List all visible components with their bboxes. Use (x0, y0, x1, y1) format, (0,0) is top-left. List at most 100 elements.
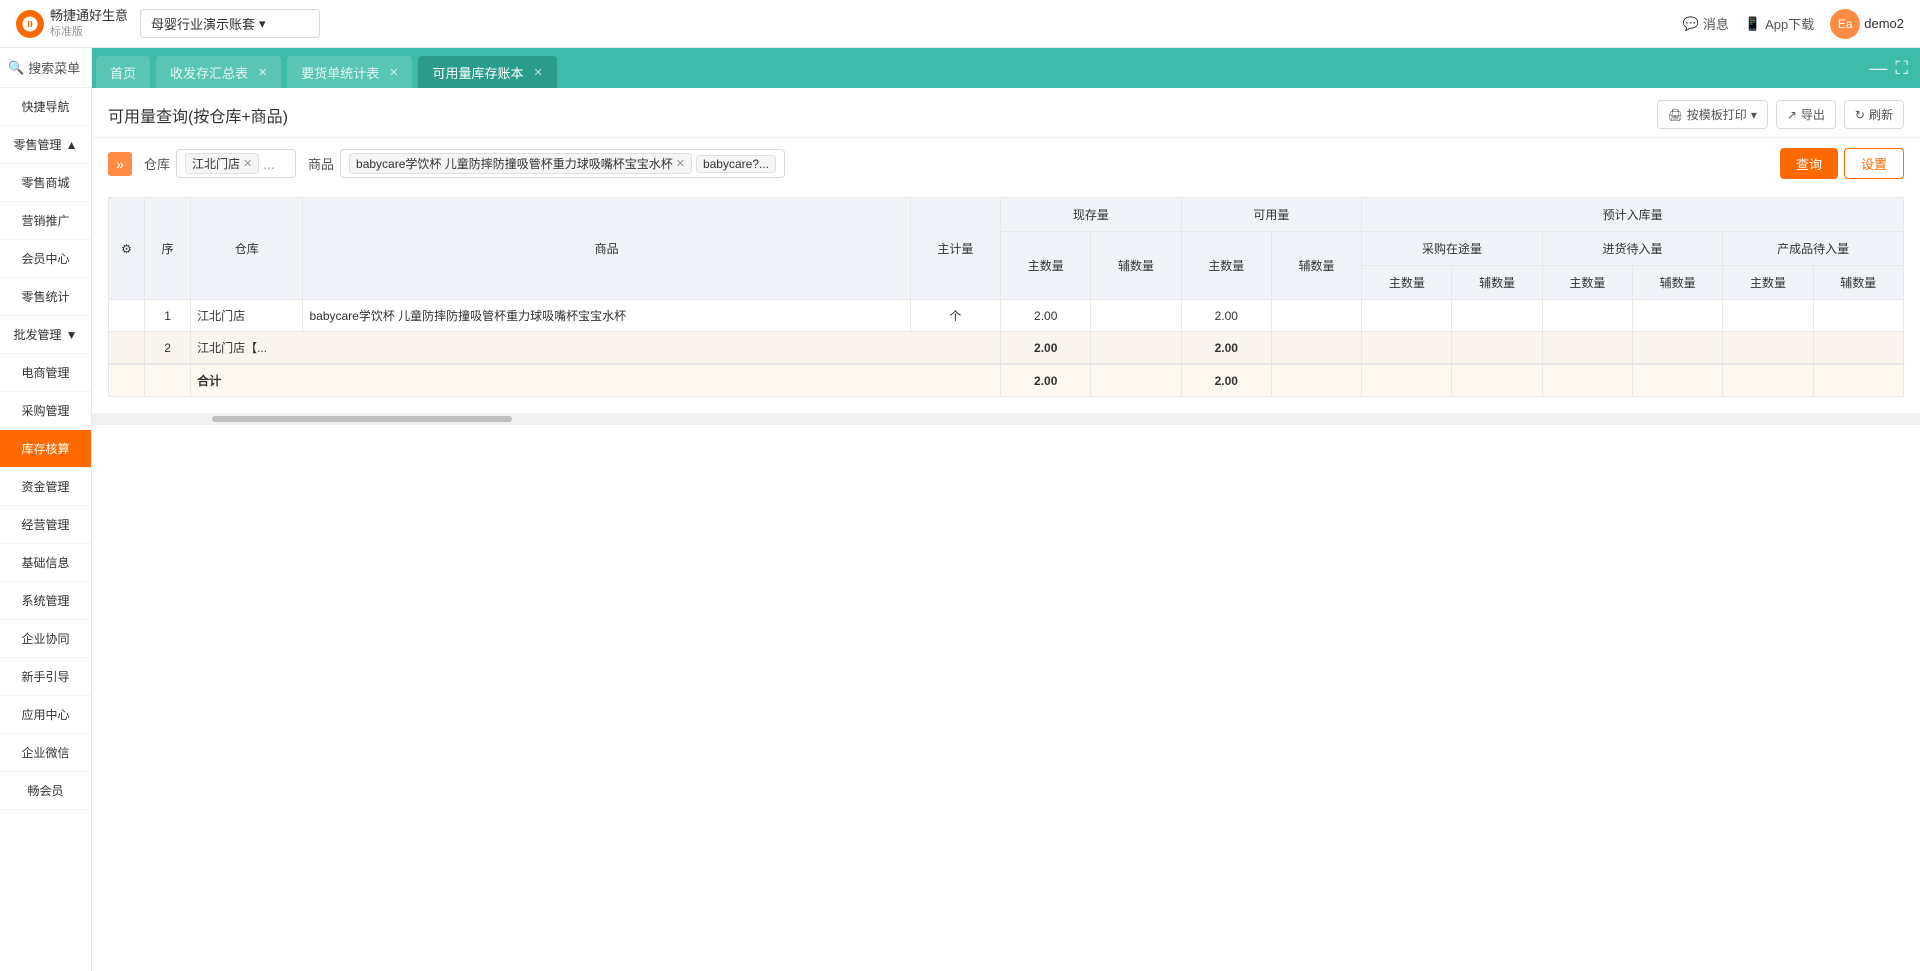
print-button[interactable]: 🖨 按模板打印 ▾ (1657, 100, 1768, 129)
chevron-icon: ▲ (66, 138, 78, 152)
total-settings (109, 364, 145, 397)
sidebar-item-label: 零售商城 (21, 176, 69, 190)
sidebar-item-label: 库存核算 (21, 442, 69, 456)
sidebar-item-ecommerce-management[interactable]: 电商管理 (0, 354, 91, 392)
total-avail-main: 2.00 (1181, 364, 1271, 397)
minimize-icon[interactable]: — (1869, 58, 1887, 79)
cell-purch-arr-aux (1633, 300, 1723, 332)
subtotal-no: 2 (145, 332, 191, 365)
query-button[interactable]: 查询 (1780, 148, 1838, 179)
total-prod-arr-aux (1813, 364, 1903, 397)
product-filter-label: 商品 (308, 154, 334, 173)
subtotal-warehouse-label: 江北门店【... (191, 332, 1001, 365)
cell-main-unit: 个 (910, 300, 1000, 332)
total-no (145, 364, 191, 397)
cell-warehouse: 江北门店 (191, 300, 303, 332)
total-purch-arr-main (1542, 364, 1632, 397)
print-label: 按模板打印 (1687, 106, 1747, 123)
setting-button[interactable]: 设置 (1844, 148, 1904, 179)
refresh-label: 刷新 (1869, 106, 1893, 123)
warehouse-tag: 江北门店 ✕ (185, 153, 259, 174)
maximize-icon[interactable]: ⛶ (1895, 58, 1908, 79)
app-download-button[interactable]: 📱 App下载 (1745, 14, 1814, 33)
cell-product: babycare学饮杯 儿童防摔防撞吸管杯重力球吸嘴杯宝宝水杯 (303, 300, 910, 332)
top-bar-left: 畅捷通好生意 标准版 母婴行业演示账套 ▾ (16, 8, 320, 40)
tab-bar: 首页 收发存汇总表 ✕ 要货单统计表 ✕ 可用量库存账本 ✕ — ⛶ (92, 48, 1920, 88)
close-icon[interactable]: ✕ (389, 66, 398, 79)
search-menu-label: 搜索菜单 (28, 58, 80, 77)
sidebar-item-label: 系统管理 (21, 594, 69, 608)
tab-available-inventory[interactable]: 可用量库存账本 ✕ (418, 56, 556, 88)
export-icon: ↗ (1787, 108, 1797, 122)
subtotal-purch-arr-main (1542, 332, 1632, 365)
sidebar-item-label: 会员中心 (21, 252, 69, 266)
th-production-arrival: 产成品待入量 (1723, 232, 1904, 266)
th-avail-aux: 辅数量 (1271, 232, 1361, 300)
sidebar-item-enterprise-wechat[interactable]: 企业微信 (0, 734, 91, 772)
sidebar-item-label: 批发管理 (14, 326, 62, 343)
warehouse-tag-box[interactable]: 江北门店 ✕ ... (176, 149, 296, 178)
message-label: 消息 (1703, 14, 1729, 33)
sidebar-item-retail-stats[interactable]: 零售统计 (0, 278, 91, 316)
sidebar-item-finance-management[interactable]: 资金管理 (0, 468, 91, 506)
sidebar-item-marketing[interactable]: 营销推广 (0, 202, 91, 240)
th-settings[interactable]: ⚙ (109, 198, 145, 300)
remove-product-tag-1-icon[interactable]: ✕ (676, 157, 685, 170)
cell-prod-arr-main (1723, 300, 1813, 332)
sidebar-item-operations-management[interactable]: 经营管理 (0, 506, 91, 544)
refresh-button[interactable]: ↻ 刷新 (1844, 100, 1904, 129)
sidebar-item-member-center[interactable]: 会员中心 (0, 240, 91, 278)
more-dots[interactable]: ... (263, 156, 275, 172)
total-avail-aux (1271, 364, 1361, 397)
tab-home-label: 首页 (110, 63, 136, 82)
tab-home[interactable]: 首页 (96, 56, 150, 88)
product-tag-box[interactable]: babycare学饮杯 儿童防摔防撞吸管杯重力球吸嘴杯宝宝水杯 ✕ babyca… (340, 149, 785, 178)
page-content: 可用量查询(按仓库+商品) 🖨 按模板打印 ▾ ↗ 导出 ↻ (92, 88, 1920, 971)
sidebar-item-label: 畅会员 (27, 784, 63, 798)
close-icon[interactable]: ✕ (534, 66, 543, 79)
sidebar-item-wholesale-management[interactable]: 批发管理 ▼ (0, 316, 91, 354)
close-icon[interactable]: ✕ (258, 66, 267, 79)
sidebar-item-basic-info[interactable]: 基础信息 (0, 544, 91, 582)
horizontal-scrollbar[interactable] (92, 413, 1920, 425)
cell-prod-arr-aux (1813, 300, 1903, 332)
th-avail-main: 主数量 (1181, 232, 1271, 300)
subtotal-avail-main: 2.00 (1181, 332, 1271, 365)
sidebar-item-newcomer-guide[interactable]: 新手引导 (0, 658, 91, 696)
message-button[interactable]: 💬 消息 (1683, 14, 1729, 33)
filter-toggle-button[interactable]: » (108, 152, 132, 176)
sidebar-item-enterprise-collaboration[interactable]: 企业协同 (0, 620, 91, 658)
user-area[interactable]: Ea demo2 (1830, 9, 1904, 39)
sidebar-item-label: 零售管理 (14, 136, 62, 153)
user-name: demo2 (1864, 16, 1904, 31)
subtotal-settings (109, 332, 145, 365)
sidebar-item-retail-management[interactable]: 零售管理 ▲ (0, 126, 91, 164)
tab-stock-summary[interactable]: 收发存汇总表 ✕ (156, 56, 281, 88)
refresh-icon: ↻ (1855, 108, 1865, 122)
sidebar-item-chang-member[interactable]: 畅会员 (0, 772, 91, 810)
remove-warehouse-tag-icon[interactable]: ✕ (243, 157, 252, 170)
subtotal-purch-transit-aux (1452, 332, 1542, 365)
scroll-thumb[interactable] (212, 416, 512, 422)
sidebar-item-label: 电商管理 (21, 366, 69, 380)
sidebar-item-retail-mall[interactable]: 零售商城 (0, 164, 91, 202)
sidebar-item-inventory-accounting[interactable]: 库存核算 (0, 430, 91, 468)
th-purch-transit-aux: 辅数量 (1452, 266, 1542, 300)
chevron-down-icon: ▾ (1751, 108, 1757, 122)
export-label: 导出 (1801, 106, 1825, 123)
sidebar-item-quick-nav[interactable]: 快捷导航 (0, 88, 91, 126)
total-stock-main: 2.00 (1001, 364, 1091, 397)
search-menu-button[interactable]: 🔍 搜索菜单 (0, 48, 91, 88)
sidebar-item-purchase-management[interactable]: 采购管理 (0, 392, 91, 430)
sidebar-item-app-center[interactable]: 应用中心 (0, 696, 91, 734)
sidebar-item-system-management[interactable]: 系统管理 (0, 582, 91, 620)
tab-stock-summary-label: 收发存汇总表 (170, 63, 248, 82)
sidebar-item-label: 资金管理 (21, 480, 69, 494)
tab-requisition-stats[interactable]: 要货单统计表 ✕ (287, 56, 412, 88)
th-stock-main: 主数量 (1001, 232, 1091, 300)
total-stock-aux (1091, 364, 1181, 397)
product-tag-2: babycare?... (696, 155, 776, 173)
export-button[interactable]: ↗ 导出 (1776, 100, 1836, 129)
warehouse-selector[interactable]: 母婴行业演示账套 ▾ (140, 9, 320, 38)
subtotal-avail-aux (1271, 332, 1361, 365)
